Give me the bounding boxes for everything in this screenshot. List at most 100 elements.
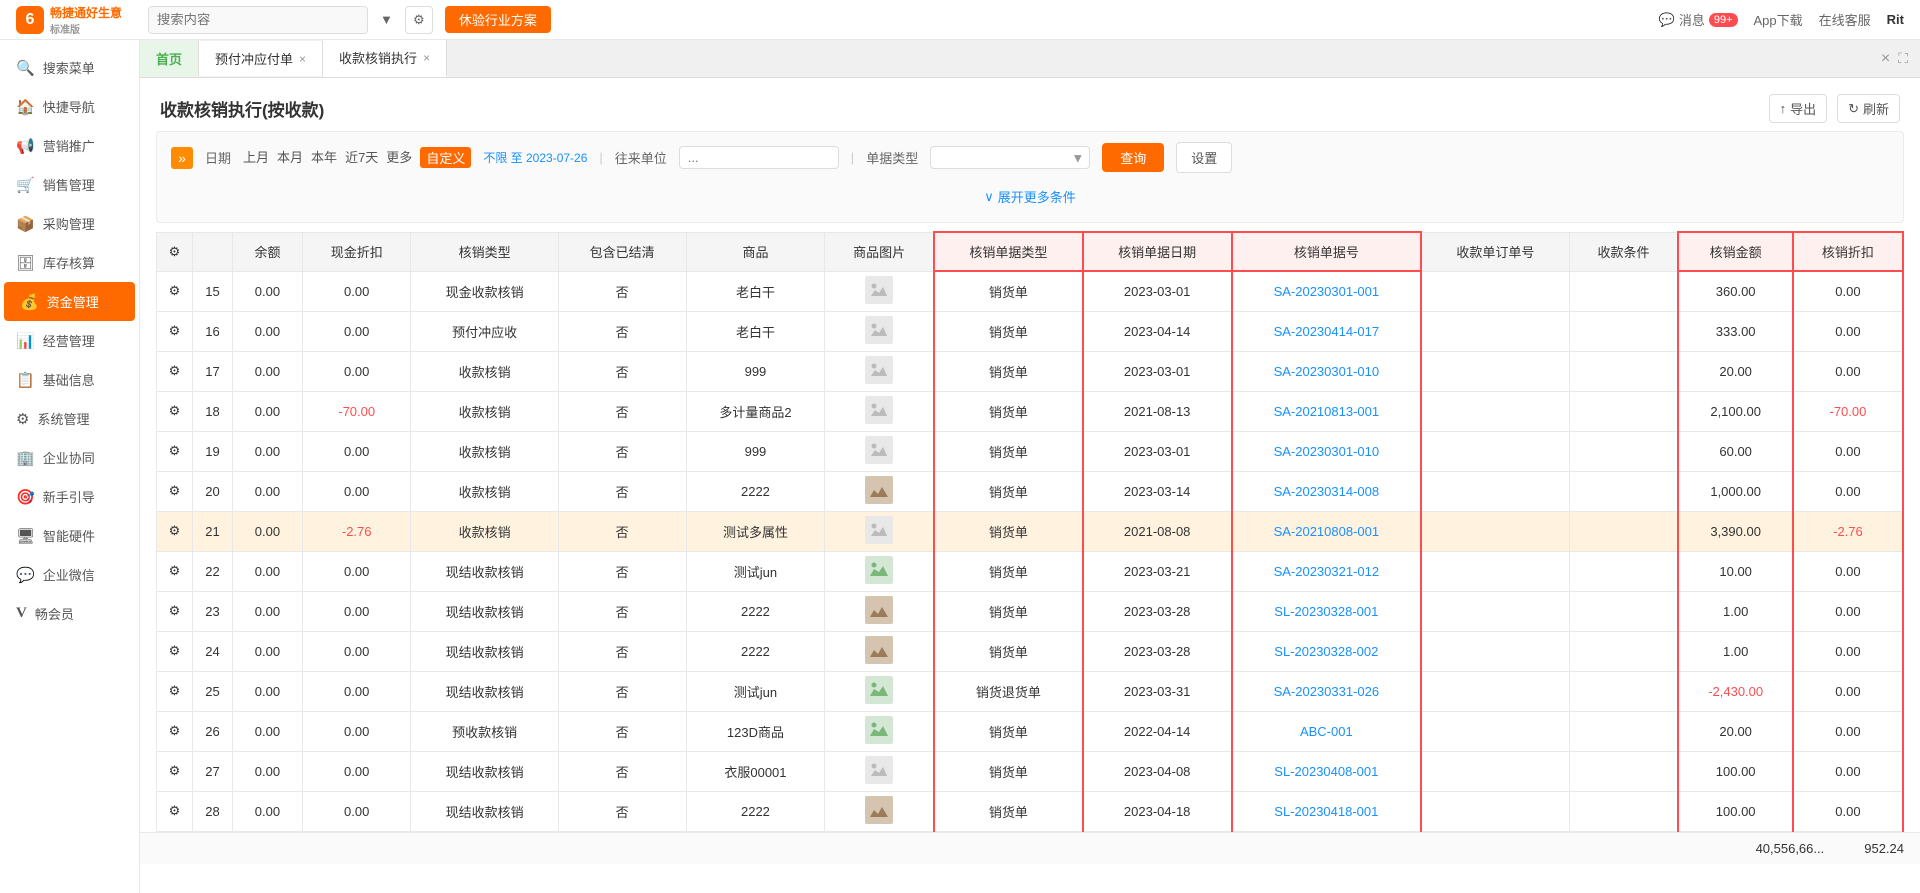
td-settings[interactable]: ⚙: [157, 511, 193, 551]
sidebar-item-purchase[interactable]: 📦 采购管理: [0, 204, 139, 243]
bill-no-link[interactable]: SL-20230418-001: [1274, 804, 1378, 819]
sidebar-item-member[interactable]: V 畅会员: [0, 594, 139, 633]
td-bill-no[interactable]: SA-20210808-001: [1232, 511, 1422, 551]
td-bill-no[interactable]: SA-20210813-001: [1232, 391, 1422, 431]
td-settings[interactable]: ⚙: [157, 671, 193, 711]
dropdown-arrow[interactable]: ▼: [380, 12, 393, 27]
sidebar-item-base[interactable]: 📋 基础信息: [0, 360, 139, 399]
td-bill-no[interactable]: SL-20230328-002: [1232, 631, 1422, 671]
bill-no-link[interactable]: SA-20230301-010: [1274, 444, 1380, 459]
tab-receipt[interactable]: 收款核销执行 ×: [323, 40, 447, 77]
app-download-link[interactable]: App下载: [1754, 10, 1803, 29]
refresh-button[interactable]: ↻ 刷新: [1837, 94, 1900, 123]
query-button[interactable]: 查询: [1102, 143, 1164, 172]
message-badge: 99+: [1709, 13, 1738, 27]
sidebar-item-enterprise[interactable]: 🏢 企业协同: [0, 438, 139, 477]
td-settings[interactable]: ⚙: [157, 551, 193, 591]
sidebar-item-operations[interactable]: 📊 经营管理: [0, 321, 139, 360]
date-last-month[interactable]: 上月: [243, 147, 269, 168]
td-settings[interactable]: ⚙: [157, 271, 193, 311]
settings-button[interactable]: 设置: [1176, 142, 1232, 173]
bill-no-link[interactable]: ABC-001: [1300, 724, 1353, 739]
td-settings[interactable]: ⚙: [157, 711, 193, 751]
sidebar-label-operations: 经营管理: [43, 331, 95, 350]
date-this-month[interactable]: 本月: [277, 147, 303, 168]
td-goods-img: [825, 751, 934, 791]
date-more[interactable]: 更多: [386, 147, 412, 168]
td-settings[interactable]: ⚙: [157, 751, 193, 791]
date-custom[interactable]: 自定义: [420, 147, 471, 168]
bill-no-link[interactable]: SA-20230314-008: [1274, 484, 1380, 499]
export-button[interactable]: ↑ 导出: [1769, 94, 1828, 123]
td-settings[interactable]: ⚙: [157, 631, 193, 671]
sidebar-item-guide[interactable]: 🎯 新手引导: [0, 477, 139, 516]
bill-no-link[interactable]: SA-20230301-001: [1274, 284, 1380, 299]
bill-no-link[interactable]: SA-20230414-017: [1274, 324, 1380, 339]
bill-no-link[interactable]: SA-20230331-026: [1274, 684, 1380, 699]
td-bill-no[interactable]: SL-20230418-001: [1232, 791, 1422, 831]
settings-gear[interactable]: ⚙: [405, 6, 433, 34]
sidebar-item-marketing[interactable]: 📢 营销推广: [0, 126, 139, 165]
td-settings[interactable]: ⚙: [157, 471, 193, 511]
td-verify-type: 现金收款核销: [411, 271, 558, 311]
online-service-link[interactable]: 在线客服: [1819, 10, 1871, 29]
filter-expand-toggle[interactable]: »: [171, 147, 193, 169]
tab-home[interactable]: 首页: [140, 41, 199, 76]
th-settings[interactable]: ⚙: [157, 232, 193, 271]
td-bill-no[interactable]: SA-20230301-010: [1232, 351, 1422, 391]
td-bill-no[interactable]: SL-20230408-001: [1232, 751, 1422, 791]
td-goods-img: [825, 391, 934, 431]
td-included: 否: [558, 671, 686, 711]
td-settings[interactable]: ⚙: [157, 351, 193, 391]
td-bill-report-type: 销货单: [934, 271, 1083, 311]
bill-no-link[interactable]: SA-20210808-001: [1274, 524, 1380, 539]
td-bill-no[interactable]: SA-20230321-012: [1232, 551, 1422, 591]
bill-no-link[interactable]: SL-20230328-001: [1274, 604, 1378, 619]
tab-receipt-close[interactable]: ×: [423, 51, 430, 65]
td-bill-no[interactable]: SL-20230328-001: [1232, 591, 1422, 631]
tab-bar: 首页 预付冲应付单 × 收款核销执行 × × ⛶: [140, 40, 1920, 78]
td-bill-no[interactable]: SA-20230414-017: [1232, 311, 1422, 351]
bill-no-link[interactable]: SA-20230301-010: [1274, 364, 1380, 379]
td-settings[interactable]: ⚙: [157, 431, 193, 471]
td-verify-type: 收款核销: [411, 511, 558, 551]
date-this-year[interactable]: 本年: [311, 147, 337, 168]
bill-no-link[interactable]: SL-20230408-001: [1274, 764, 1378, 779]
td-bill-no[interactable]: SA-20230301-010: [1232, 431, 1422, 471]
footer-verify-amount: 40,556,66...: [1756, 841, 1825, 856]
bill-no-link[interactable]: SA-20230321-012: [1274, 564, 1380, 579]
bill-no-link[interactable]: SA-20210813-001: [1274, 404, 1380, 419]
date-7days[interactable]: 近7天: [345, 147, 378, 168]
td-goods: 2222: [686, 791, 825, 831]
counterpart-input[interactable]: [679, 146, 839, 169]
td-bill-no[interactable]: SA-20230314-008: [1232, 471, 1422, 511]
tab-expand[interactable]: ⛶: [1898, 50, 1908, 67]
td-settings[interactable]: ⚙: [157, 791, 193, 831]
td-bill-no[interactable]: SA-20230331-026: [1232, 671, 1422, 711]
bill-type-select[interactable]: [930, 146, 1090, 169]
sidebar-item-finance[interactable]: 💰 资金管理: [4, 282, 135, 321]
td-settings[interactable]: ⚙: [157, 391, 193, 431]
sidebar-item-hardware[interactable]: 🖥 智能硬件: [0, 516, 139, 555]
sidebar-item-wechat[interactable]: 💬 企业微信: [0, 555, 139, 594]
message-icon[interactable]: 💬 消息 99+: [1659, 10, 1738, 29]
sidebar-item-system[interactable]: ⚙ 系统管理: [0, 399, 139, 438]
sidebar-item-inventory[interactable]: 🗄 库存核算: [0, 243, 139, 282]
sidebar-item-sales[interactable]: 🛒 销售管理: [0, 165, 139, 204]
td-settings[interactable]: ⚙: [157, 591, 193, 631]
top-search-input[interactable]: [148, 6, 368, 34]
td-seq: 18: [193, 391, 233, 431]
tab-prepay[interactable]: 预付冲应付单 ×: [199, 41, 323, 76]
td-bill-no[interactable]: SA-20230301-001: [1232, 271, 1422, 311]
td-bill-no[interactable]: ABC-001: [1232, 711, 1422, 751]
td-settings[interactable]: ⚙: [157, 311, 193, 351]
solution-button[interactable]: 休验行业方案: [445, 6, 551, 33]
sidebar-item-quick[interactable]: 🏠 快捷导航: [0, 87, 139, 126]
bill-no-link[interactable]: SL-20230328-002: [1274, 644, 1378, 659]
tab-prepay-close[interactable]: ×: [299, 52, 306, 66]
td-goods: 多计量商品2: [686, 391, 825, 431]
expand-more-btn[interactable]: ∨ 展开更多条件: [984, 187, 1076, 206]
sidebar-item-search[interactable]: 🔍 搜索菜单: [0, 48, 139, 87]
date-filter-label: 日期: [205, 148, 231, 167]
tab-close-all[interactable]: ×: [1881, 50, 1890, 68]
